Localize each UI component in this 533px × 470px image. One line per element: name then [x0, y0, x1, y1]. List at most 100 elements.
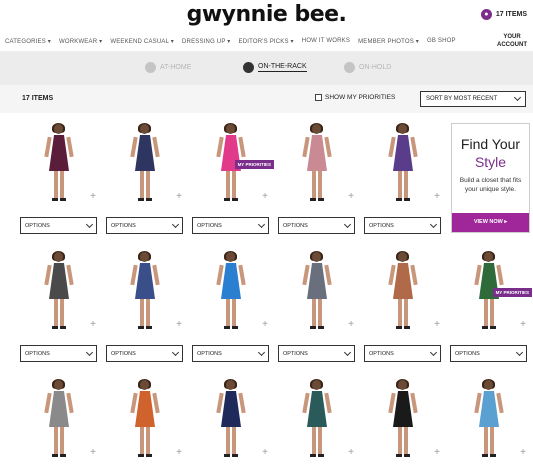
product-image[interactable]: + [20, 122, 98, 207]
product-image[interactable]: + [106, 378, 184, 463]
nav-item[interactable]: EDITOR'S PICKS ▾ [239, 38, 294, 45]
account-link[interactable]: YOUR ACCOUNT [497, 33, 527, 49]
product-card[interactable]: MY PRIORITIES + OPTIONS [450, 250, 532, 362]
product-card[interactable]: + OPTIONS [106, 122, 184, 234]
product-image[interactable]: + [106, 122, 184, 207]
product-image[interactable]: + [192, 250, 270, 335]
options-select[interactable]: OPTIONS [106, 345, 183, 362]
bag-button[interactable]: ● 17 ITEMS [480, 9, 527, 20]
add-icon[interactable]: + [434, 320, 440, 330]
product-image[interactable]: + [278, 250, 356, 335]
product-image[interactable]: + [364, 250, 442, 335]
product-card[interactable]: + [364, 378, 442, 463]
tab-at-home[interactable]: AT-HOME [145, 62, 191, 73]
product-card[interactable]: + [20, 378, 98, 463]
product-card[interactable]: + OPTIONS [20, 250, 98, 362]
product-image[interactable]: + [20, 378, 98, 463]
options-label: OPTIONS [455, 350, 480, 357]
add-icon[interactable]: + [520, 320, 526, 330]
product-card[interactable]: + OPTIONS [278, 250, 356, 362]
options-label: OPTIONS [283, 222, 308, 229]
find-your-style-promo: Find Your Style Build a closet that fits… [451, 123, 530, 233]
chevron-down-icon [85, 220, 94, 228]
tab-label: AT-HOME [160, 64, 192, 71]
product-card[interactable]: MY PRIORITIES + OPTIONS [192, 122, 274, 234]
tab-on-hold[interactable]: ON-HOLD [344, 62, 391, 73]
model-figure [216, 379, 246, 460]
model-figure [302, 123, 332, 204]
add-icon[interactable]: + [176, 448, 182, 458]
product-image[interactable]: + [20, 250, 98, 335]
options-select[interactable]: OPTIONS [192, 217, 269, 234]
model-figure [216, 251, 246, 332]
product-image[interactable]: + [364, 122, 442, 207]
options-select[interactable]: OPTIONS [192, 345, 269, 362]
nav-item[interactable]: CATEGORIES ▾ [5, 38, 51, 45]
home-icon [145, 62, 156, 73]
options-label: OPTIONS [369, 222, 394, 229]
product-image[interactable]: + [450, 378, 528, 463]
product-image[interactable]: + [106, 250, 184, 335]
options-select[interactable]: OPTIONS [106, 217, 183, 234]
add-icon[interactable]: + [176, 320, 182, 330]
product-image[interactable]: + [364, 378, 442, 463]
promo-title-accent: Style [474, 154, 507, 170]
product-card[interactable]: + OPTIONS [20, 122, 98, 234]
nav-item[interactable]: GB SHOP [427, 38, 456, 45]
options-label: OPTIONS [197, 222, 222, 229]
add-icon[interactable]: + [262, 192, 268, 202]
add-icon[interactable]: + [90, 320, 96, 330]
view-now-button[interactable]: VIEW NOW ▸ [452, 213, 529, 232]
priorities-checkbox[interactable] [315, 94, 322, 101]
tab-on-the-rack[interactable]: ON-THE-RACK [243, 62, 307, 73]
product-card[interactable]: + [106, 378, 184, 463]
add-icon[interactable]: + [348, 448, 354, 458]
add-icon[interactable]: + [262, 320, 268, 330]
show-priorities-toggle[interactable]: SHOW MY PRIORITIES [315, 94, 395, 101]
sort-label: SORT BY MOST RECENT [426, 96, 498, 102]
product-image[interactable]: MY PRIORITIES + [450, 250, 532, 335]
nav-item[interactable]: WORKWEAR ▾ [59, 38, 102, 45]
product-image[interactable]: + [192, 378, 270, 463]
product-card[interactable]: + OPTIONS [364, 122, 442, 234]
add-icon[interactable]: + [90, 192, 96, 202]
product-card[interactable]: + [192, 378, 270, 463]
options-select[interactable]: OPTIONS [20, 217, 97, 234]
options-select[interactable]: OPTIONS [450, 345, 527, 362]
add-icon[interactable]: + [348, 320, 354, 330]
nav-item[interactable]: DRESSING UP ▾ [182, 38, 231, 45]
options-select[interactable]: OPTIONS [364, 345, 441, 362]
add-icon[interactable]: + [520, 448, 526, 458]
model-figure [130, 123, 160, 204]
product-image[interactable]: + [278, 378, 356, 463]
product-card[interactable]: + OPTIONS [278, 122, 356, 234]
options-label: OPTIONS [25, 350, 50, 357]
add-icon[interactable]: + [434, 448, 440, 458]
product-card[interactable]: + OPTIONS [364, 250, 442, 362]
product-card[interactable]: + OPTIONS [192, 250, 270, 362]
sort-select[interactable]: SORT BY MOST RECENT [420, 91, 526, 107]
my-priorities-badge: MY PRIORITIES [234, 160, 274, 169]
add-icon[interactable]: + [262, 448, 268, 458]
add-icon[interactable]: + [348, 192, 354, 202]
nav-item[interactable]: WEEKEND CASUAL ▾ [110, 38, 174, 45]
hanger-icon [243, 62, 254, 73]
model-figure [44, 123, 74, 204]
add-icon[interactable]: + [176, 192, 182, 202]
add-icon[interactable]: + [90, 448, 96, 458]
options-select[interactable]: OPTIONS [20, 345, 97, 362]
product-image[interactable]: MY PRIORITIES + [192, 122, 274, 207]
options-label: OPTIONS [369, 350, 394, 357]
options-select[interactable]: OPTIONS [364, 217, 441, 234]
product-image[interactable]: + [278, 122, 356, 207]
product-card[interactable]: + [278, 378, 356, 463]
options-select[interactable]: OPTIONS [278, 217, 355, 234]
nav-item[interactable]: HOW IT WORKS [302, 38, 350, 45]
closet-tabs: AT-HOME ON-THE-RACK ON-HOLD [0, 51, 533, 85]
brand-logo[interactable]: gwynnie bee. [0, 2, 533, 27]
product-card[interactable]: + OPTIONS [106, 250, 184, 362]
nav-item[interactable]: MEMBER PHOTOS ▾ [358, 38, 419, 45]
options-select[interactable]: OPTIONS [278, 345, 355, 362]
product-card[interactable]: + [450, 378, 528, 463]
add-icon[interactable]: + [434, 192, 440, 202]
